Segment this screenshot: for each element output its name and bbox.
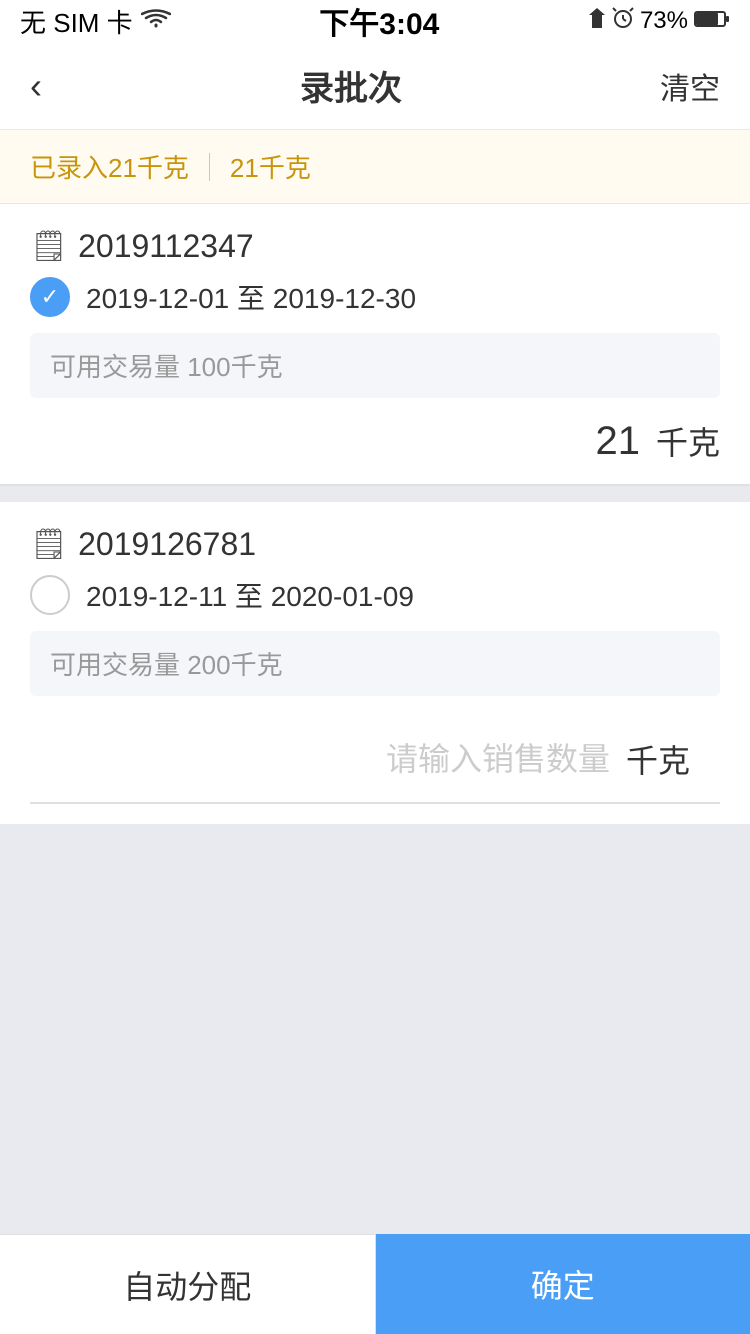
batch-qty-text-2: 可用交易量 200千克 <box>50 650 283 680</box>
radio-1[interactable]: ✓ <box>30 277 70 317</box>
batch-number-1: 2019112347 <box>78 228 254 265</box>
info-bar: 已录入21千克 21千克 <box>0 130 750 204</box>
section-divider <box>0 486 750 502</box>
bottom-bar: 自动分配 确定 <box>0 1234 750 1334</box>
wifi-icon <box>141 6 171 37</box>
info-divider <box>209 153 210 181</box>
batch-qty-bar-2: 可用交易量 200千克 <box>30 631 720 696</box>
info-value: 21千克 <box>230 148 311 185</box>
battery-icon <box>694 7 730 35</box>
main-content: 🗒 2019112347 ✓ 2019-12-01 至 2019-12-30 可… <box>0 204 750 1308</box>
check-icon-1: ✓ <box>41 284 59 310</box>
batch-header-2: 🗒 2019126781 <box>30 526 720 563</box>
batch-date-1: 2019-12-01 至 2019-12-30 <box>86 277 416 317</box>
confirm-button[interactable]: 确定 <box>376 1234 750 1334</box>
sim-text: 无 SIM 卡 <box>20 3 133 40</box>
radio-2[interactable] <box>30 575 70 615</box>
batch-date-row-1[interactable]: ✓ 2019-12-01 至 2019-12-30 <box>30 277 720 317</box>
status-bar: 无 SIM 卡 下午3:04 73% <box>0 0 750 42</box>
batch1-unit: 千克 <box>656 418 720 464</box>
qty-input-2[interactable] <box>60 741 610 778</box>
input-divider <box>30 802 720 804</box>
status-time: 下午3:04 <box>319 0 439 43</box>
batch-qty-text-1: 可用交易量 100千克 <box>50 352 283 382</box>
input-row-2: 千克 <box>30 716 720 802</box>
value-row-1: 21 千克 <box>0 398 750 486</box>
back-button[interactable]: ‹ <box>30 65 42 107</box>
batch-date-2: 2019-12-11 至 2020-01-09 <box>86 575 414 615</box>
batch-doc-icon-2: 🗒 <box>30 527 68 562</box>
batch-item-2: 🗒 2019126781 2019-12-11 至 2020-01-09 可用交… <box>0 502 750 696</box>
battery-text: 73% <box>640 7 688 35</box>
nav-bar: ‹ 录批次 清空 <box>0 42 750 130</box>
batch-date-row-2[interactable]: 2019-12-11 至 2020-01-09 <box>30 575 720 615</box>
status-right: 73% <box>588 7 730 36</box>
batch-header-1: 🗒 2019112347 <box>30 228 720 265</box>
batch-doc-icon-1: 🗒 <box>30 229 68 264</box>
batch1-value: 21 <box>595 419 640 464</box>
batch-number-2: 2019126781 <box>78 526 256 563</box>
auto-distribute-button[interactable]: 自动分配 <box>0 1234 376 1334</box>
batch-qty-bar-1: 可用交易量 100千克 <box>30 333 720 398</box>
recorded-label: 已录入21千克 <box>30 148 189 185</box>
batch-item-1: 🗒 2019112347 ✓ 2019-12-01 至 2019-12-30 可… <box>0 204 750 398</box>
alarm-icon <box>612 7 634 36</box>
status-left: 无 SIM 卡 <box>20 3 171 40</box>
location-icon <box>588 7 606 36</box>
page-title: 录批次 <box>300 61 402 110</box>
input-unit-2: 千克 <box>626 736 690 782</box>
input-container-2: 千克 <box>0 696 750 824</box>
clear-button[interactable]: 清空 <box>660 64 720 108</box>
